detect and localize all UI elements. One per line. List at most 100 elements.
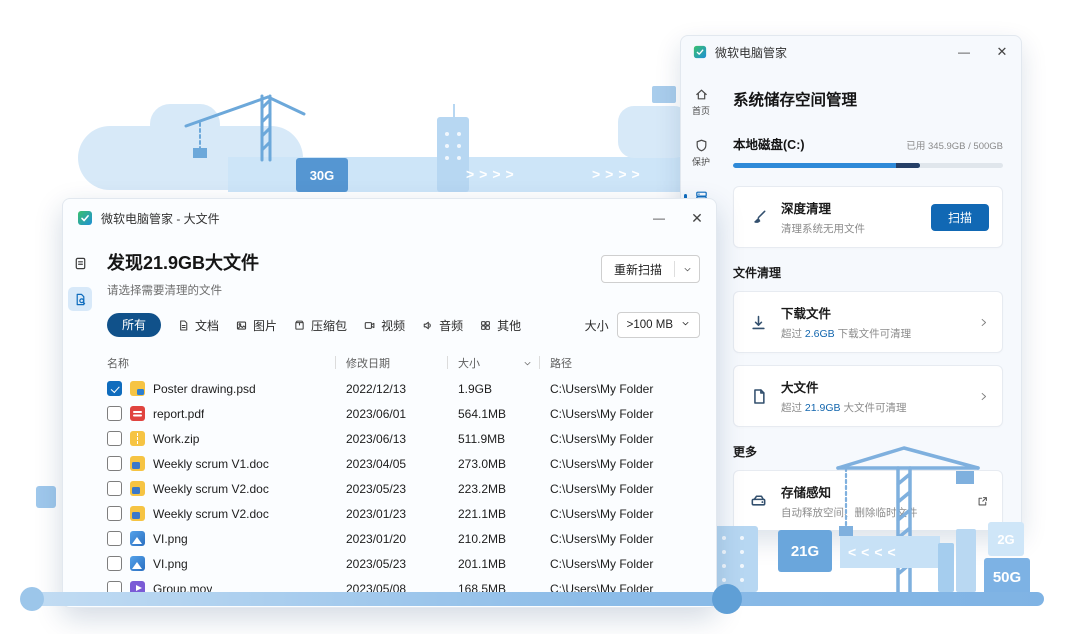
- filter-tab-images[interactable]: 图片: [235, 317, 277, 334]
- cargo-box-30g: 30G: [296, 158, 348, 192]
- big-files-card[interactable]: 大文件 超过 21.9GB 大文件可清理: [733, 365, 1003, 427]
- checkbox[interactable]: [107, 406, 122, 421]
- table-row[interactable]: VI.png2023/01/20210.2MBC:\Users\My Folde…: [107, 526, 700, 551]
- filter-tab-label: 其他: [497, 317, 521, 334]
- download-files-card[interactable]: 下载文件 超过 2.6GB 下载文件可清理: [733, 291, 1003, 353]
- file-date: 2023/04/05: [346, 457, 458, 471]
- disk-progress-fill: [733, 163, 920, 168]
- titlebar[interactable]: 微软电脑管家 - 大文件 — ✕: [63, 199, 716, 237]
- table-row[interactable]: report.pdf2023/06/01564.1MBC:\Users\My F…: [107, 401, 700, 426]
- file-path: C:\Users\My Folder: [550, 407, 700, 421]
- filter-tab-audio[interactable]: 音频: [421, 317, 463, 334]
- file-size: 273.0MB: [458, 457, 550, 471]
- file-path: C:\Users\My Folder: [550, 557, 700, 571]
- doc-file-icon: [130, 506, 145, 521]
- file-size: 201.1MB: [458, 557, 550, 571]
- page-title: 发现21.9GB大文件: [107, 249, 259, 275]
- filter-tab-docs[interactable]: 文档: [177, 317, 219, 334]
- filter-tab-videos[interactable]: 视频: [363, 317, 405, 334]
- download-icon: [747, 311, 769, 333]
- table-row[interactable]: Poster drawing.psd2022/12/131.9GBC:\User…: [107, 376, 700, 401]
- checkbox[interactable]: [107, 431, 122, 446]
- size-filter-select[interactable]: >100 MB: [617, 312, 700, 338]
- close-button[interactable]: ✕: [678, 199, 716, 237]
- checkbox[interactable]: [107, 531, 122, 546]
- card-title: 大文件: [781, 377, 906, 396]
- column-name[interactable]: 名称: [107, 355, 346, 371]
- nav-item-protect[interactable]: 保护: [681, 135, 721, 171]
- checkbox[interactable]: [107, 506, 122, 521]
- chevron-down-icon[interactable]: [675, 265, 699, 274]
- file-table: Poster drawing.psd2022/12/131.9GBC:\User…: [107, 376, 700, 607]
- file-name: report.pdf: [153, 407, 204, 421]
- checkbox[interactable]: [107, 481, 122, 496]
- filter-tab-others[interactable]: 其他: [479, 317, 521, 334]
- column-size[interactable]: 大小: [458, 355, 550, 371]
- column-path[interactable]: 路径: [550, 355, 700, 371]
- file-size: 221.1MB: [458, 507, 550, 521]
- sort-chevron-icon[interactable]: [523, 359, 532, 368]
- window-title: 微软电脑管家: [715, 44, 787, 61]
- filter-tab-archives[interactable]: 压缩包: [293, 317, 347, 334]
- checkbox[interactable]: [107, 556, 122, 571]
- file-name: Poster drawing.psd: [153, 382, 256, 396]
- column-date[interactable]: 修改日期: [346, 355, 458, 371]
- building-illustration: [437, 117, 469, 192]
- file-size: 511.9MB: [458, 432, 550, 446]
- file-date: 2023/01/23: [346, 507, 458, 521]
- table-row[interactable]: Weekly scrum V2.doc2023/05/23223.2MBC:\U…: [107, 476, 700, 501]
- file-path: C:\Users\My Folder: [550, 457, 700, 471]
- deep-clean-card[interactable]: 深度清理 清理系统无用文件 扫描: [733, 186, 1003, 248]
- nav-item-home[interactable]: 首页: [681, 84, 721, 120]
- table-row[interactable]: Weekly scrum V2.doc2023/01/23221.1MBC:\U…: [107, 501, 700, 526]
- doc-file-icon: [130, 456, 145, 471]
- minimize-button[interactable]: —: [945, 36, 983, 68]
- filter-tab-label: 文档: [195, 317, 219, 334]
- close-button[interactable]: ✕: [983, 36, 1021, 68]
- page-subtitle: 请选择需要清理的文件: [107, 282, 259, 298]
- building-illustration: [956, 529, 976, 592]
- broom-icon: [747, 206, 769, 228]
- checkbox[interactable]: [107, 456, 122, 471]
- file-date: 2023/05/23: [346, 482, 458, 496]
- nav-item-label: 保护: [692, 155, 710, 168]
- rescan-button[interactable]: 重新扫描: [601, 255, 700, 283]
- png-file-icon: [130, 556, 145, 571]
- nav-item-label: 首页: [692, 104, 710, 117]
- filter-tab-label: 图片: [253, 317, 277, 334]
- table-row[interactable]: Work.zip2023/06/13511.9MBC:\Users\My Fol…: [107, 426, 700, 451]
- app-logo-icon: [693, 45, 707, 59]
- minimize-button[interactable]: —: [640, 199, 678, 237]
- zip-file-icon: [130, 431, 145, 446]
- pipe-illustration: [30, 592, 1044, 606]
- scan-button[interactable]: 扫描: [931, 204, 989, 231]
- doc-icon: [177, 319, 190, 332]
- file-name: Weekly scrum V1.doc: [153, 457, 269, 471]
- file-size: 564.1MB: [458, 407, 550, 421]
- shield-icon: [694, 138, 709, 153]
- audio-icon: [421, 319, 434, 332]
- arrow-chevrons: <<<<: [848, 544, 901, 560]
- chevron-down-icon: [681, 319, 690, 331]
- notes-icon[interactable]: [68, 251, 92, 275]
- file-name: Weekly scrum V2.doc: [153, 482, 269, 496]
- table-row[interactable]: VI.png2023/05/23201.1MBC:\Users\My Folde…: [107, 551, 700, 576]
- file-date: 2023/06/13: [346, 432, 458, 446]
- titlebar[interactable]: 微软电脑管家 — ✕: [681, 36, 1021, 68]
- table-header: 名称 修改日期 大小 路径: [107, 350, 700, 376]
- pipe-cap: [20, 587, 44, 611]
- table-row[interactable]: Weekly scrum V1.doc 2023/04/05273.0MBC:\U…: [107, 451, 700, 476]
- file-search-icon[interactable]: [68, 287, 92, 311]
- decor-square: [36, 486, 56, 508]
- filter-tab-all[interactable]: 所有: [107, 313, 161, 337]
- checkbox-checked[interactable]: [107, 381, 122, 396]
- chevron-right-icon: [978, 317, 989, 328]
- big-files-window: 微软电脑管家 - 大文件 — ✕ 发现21.9GB大文件 请选择需要清理的文件 …: [62, 198, 717, 608]
- disk-progress-bar: [733, 163, 1003, 168]
- left-icon-rail: [63, 237, 97, 607]
- file-date: 2023/01/20: [346, 532, 458, 546]
- home-icon: [694, 87, 709, 102]
- window-title: 微软电脑管家 - 大文件: [101, 210, 220, 227]
- chevron-right-icon: [978, 391, 989, 402]
- arrow-chevrons: >>>>: [592, 166, 645, 182]
